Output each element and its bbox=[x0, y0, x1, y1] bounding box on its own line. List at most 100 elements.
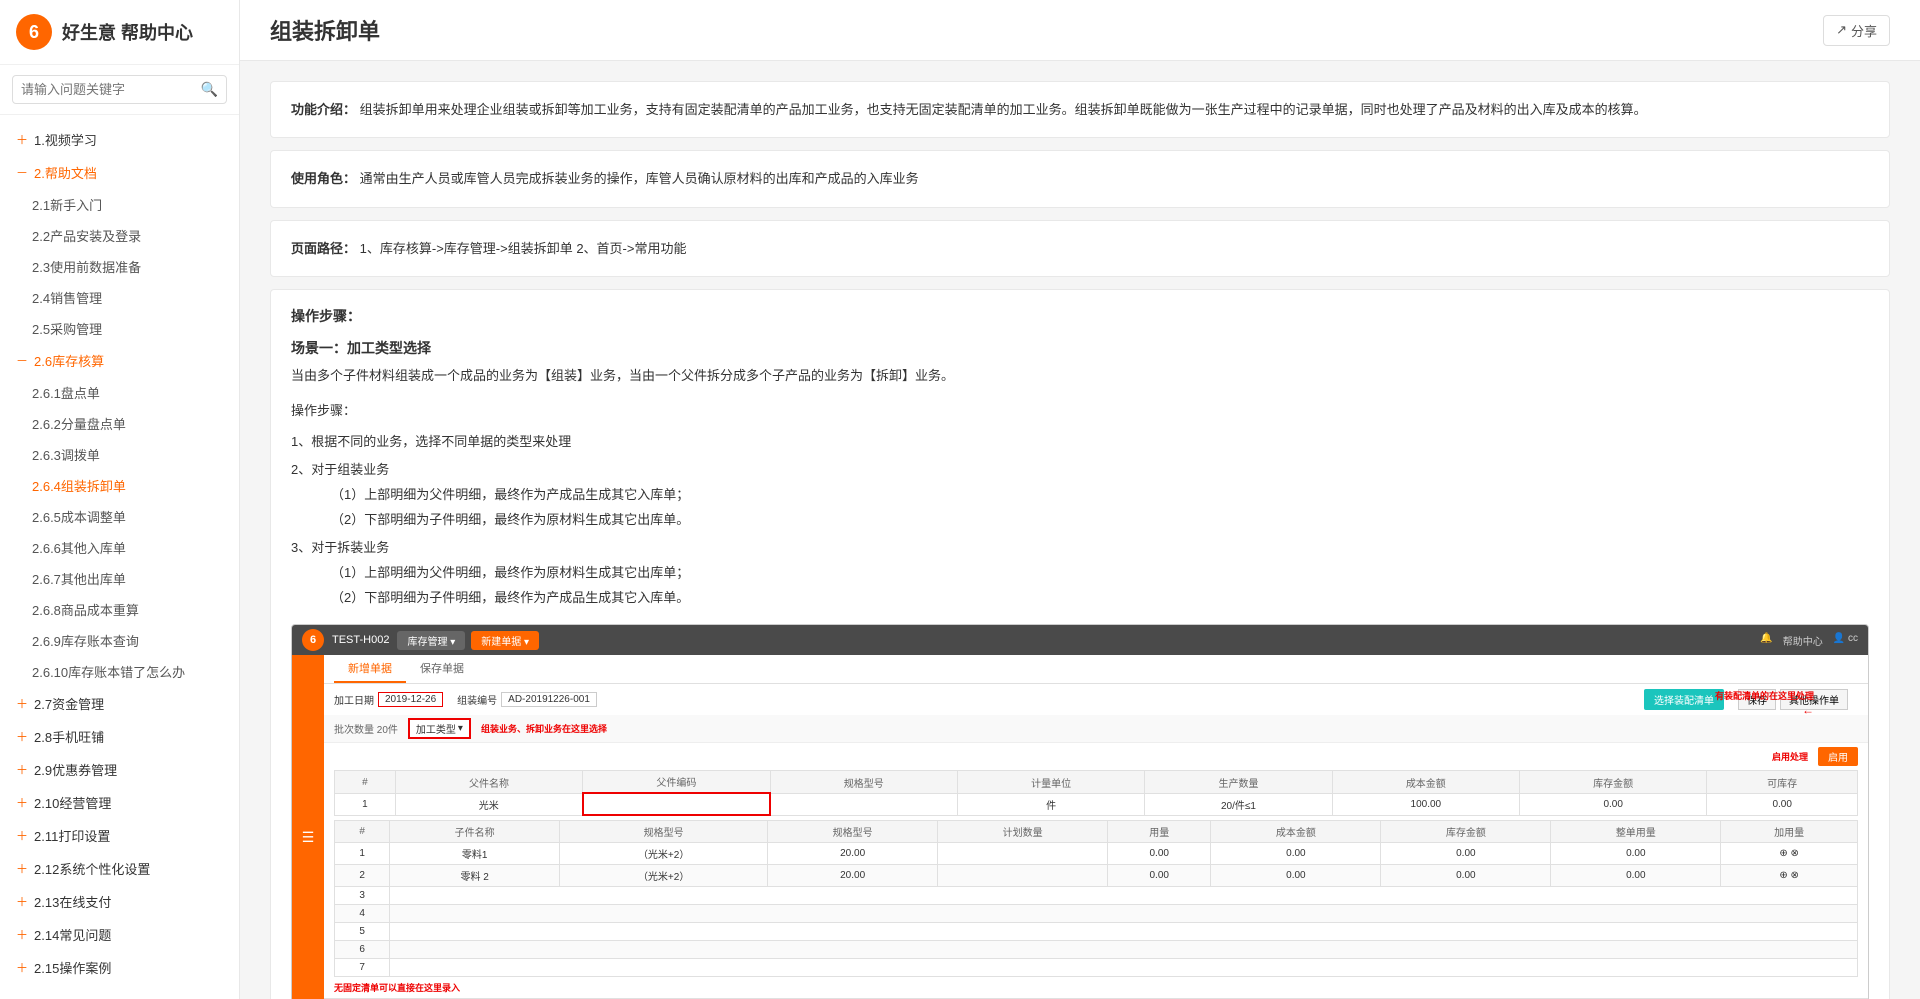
tab-new[interactable]: 新增单据 bbox=[334, 655, 406, 683]
col-spec: 规格型号 bbox=[770, 771, 957, 794]
sidebar-item-215[interactable]: ＋ 2.15操作案例 bbox=[0, 951, 239, 984]
app-icon-bell: 🔔 bbox=[1760, 633, 1772, 648]
sidebar-item-27[interactable]: ＋ 2.7资金管理 bbox=[0, 687, 239, 720]
search-icon[interactable]: 🔍 bbox=[201, 81, 218, 98]
bcell-s1: （光米+2） bbox=[560, 865, 768, 887]
cell-name: 光米 bbox=[395, 793, 582, 815]
bcell-empty bbox=[390, 887, 1858, 905]
sidebar-item-data[interactable]: 2.3使用前数据准备 bbox=[0, 251, 239, 282]
scenario1-heading: 场景一：加工类型选择 bbox=[291, 338, 1869, 358]
enable-btn[interactable]: 启用 bbox=[1818, 747, 1858, 766]
minus-icon-stock: － bbox=[16, 352, 28, 369]
sidebar-item-268[interactable]: 2.6.8商品成本重算 bbox=[0, 594, 239, 625]
sidebar-item-docs[interactable]: － 2.帮助文档 bbox=[0, 156, 239, 189]
col-unit: 计量单位 bbox=[957, 771, 1144, 794]
sidebar-item-261[interactable]: 2.6.1盘点单 bbox=[0, 377, 239, 408]
sidebar-item-214[interactable]: ＋ 2.14常见问题 bbox=[0, 918, 239, 951]
arrow-right: ← bbox=[1802, 703, 1814, 717]
tab-edit[interactable]: 保存单据 bbox=[406, 655, 478, 683]
sidebar-item-stock[interactable]: － 2.6库存核算 bbox=[0, 344, 239, 377]
steps-area: 操作步骤： 场景一：加工类型选择 当由多个子件材料组装成一个成品的业务为【组装】… bbox=[270, 289, 1890, 999]
sidebar-item-211[interactable]: ＋ 2.11打印设置 bbox=[0, 819, 239, 852]
sidebar-item-label: 2.6库存核算 bbox=[34, 351, 104, 370]
sidebar-item-267[interactable]: 2.6.7其他出库单 bbox=[0, 563, 239, 594]
sidebar-item-212[interactable]: ＋ 2.12系统个性化设置 bbox=[0, 852, 239, 885]
sidebar-item-newbie[interactable]: 2.1新手入门 bbox=[0, 189, 239, 220]
app-logo-text: 好生意 帮助中心 bbox=[62, 19, 193, 45]
cell-spec bbox=[770, 793, 957, 815]
nav-list: ＋ 1.视频学习 － 2.帮助文档 2.1新手入门 2.2产品安装及登录 2.3… bbox=[0, 115, 239, 999]
share-label: 分享 bbox=[1851, 21, 1877, 40]
sidebar-item-269[interactable]: 2.6.9库存账本查询 bbox=[0, 625, 239, 656]
bcol-total: 整单用量 bbox=[1551, 821, 1721, 843]
bcell-extra: ⊕ ⊗ bbox=[1721, 843, 1858, 865]
sidebar-item-210[interactable]: ＋ 2.10经营管理 bbox=[0, 786, 239, 819]
step3-2: （2）下部明细为子件明细，最终作为产成品生成其它入库单。 bbox=[331, 586, 1869, 611]
sidebar-item-266[interactable]: 2.6.6其他入库单 bbox=[0, 532, 239, 563]
sidebar-item-install[interactable]: 2.2产品安装及登录 bbox=[0, 220, 239, 251]
bcell-s1: （光米+2） bbox=[560, 843, 768, 865]
cell-code[interactable] bbox=[583, 793, 770, 815]
sidebar-item-label: 2.10经营管理 bbox=[34, 793, 111, 812]
step2: 2、对于组装业务 bbox=[291, 458, 1869, 483]
share-button[interactable]: ↗ 分享 bbox=[1823, 15, 1890, 46]
sidebar-item-video[interactable]: ＋ 1.视频学习 bbox=[0, 123, 239, 156]
bcell-num: 7 bbox=[335, 959, 390, 977]
sidebar-item-label: 2.12系统个性化设置 bbox=[34, 859, 150, 878]
sidebar-item-262[interactable]: 2.6.2分量盘点单 bbox=[0, 408, 239, 439]
sidebar-item-label: 2.11打印设置 bbox=[34, 826, 110, 845]
sidebar-item-2610[interactable]: 2.6.10库存账本错了怎么办 bbox=[0, 656, 239, 687]
plus-icon-215: ＋ bbox=[16, 959, 28, 976]
bcell-num: 5 bbox=[335, 923, 390, 941]
bcell-empty bbox=[390, 959, 1858, 977]
bcell-num: 2 bbox=[335, 865, 390, 887]
bcol-usage: 用量 bbox=[1108, 821, 1211, 843]
path-text: 1、库存核算->库存管理->组装拆卸单 2、首页->常用功能 bbox=[360, 241, 687, 256]
sidebar-item-label: 2.15操作案例 bbox=[34, 958, 111, 977]
app-new-doc-btn[interactable]: 新建单据 ▾ bbox=[471, 631, 539, 650]
app-nav-icon[interactable]: ☰ bbox=[292, 655, 324, 999]
col-parent-name: 父件名称 bbox=[395, 771, 582, 794]
bcell-empty bbox=[390, 941, 1858, 959]
bcell-s2: 20.00 bbox=[768, 843, 938, 865]
sidebar-item-sales[interactable]: 2.4销售管理 bbox=[0, 282, 239, 313]
bottom-table-area: # 子件名称 规格型号 规格型号 计划数量 用量 成本金额 库存金额 bbox=[324, 820, 1868, 979]
search-area: 🔍 bbox=[0, 65, 239, 115]
sidebar-item-264[interactable]: 2.6.4组装拆卸单 bbox=[0, 470, 239, 501]
main-header: 组装拆卸单 ↗ 分享 bbox=[240, 0, 1920, 61]
step2-1: （1）上部明细为父件明细，最终作为产成品生成其它入库单； bbox=[331, 483, 1869, 508]
qty-label: 批次数量 20件 bbox=[334, 721, 398, 736]
table-row: 3 bbox=[335, 887, 1858, 905]
bcell-stock: 0.00 bbox=[1381, 843, 1551, 865]
order-label: 组装编号 bbox=[457, 692, 497, 707]
col-stock-amt: 库存金额 bbox=[1520, 771, 1707, 794]
bcell-num: 4 bbox=[335, 905, 390, 923]
annotation2: 组装业务、拆卸业务在这里选择 bbox=[481, 722, 607, 735]
page-title: 组装拆卸单 bbox=[270, 14, 380, 46]
sidebar-item-265[interactable]: 2.6.5成本调整单 bbox=[0, 501, 239, 532]
sidebar-item-label: 1.视频学习 bbox=[34, 130, 97, 149]
top-table: # 父件名称 父件编码 规格型号 计量单位 生产数量 成本金额 库存金额 bbox=[334, 770, 1858, 816]
bcell-extra: ⊕ ⊗ bbox=[1721, 865, 1858, 887]
sidebar-item-263[interactable]: 2.6.3调拨单 bbox=[0, 439, 239, 470]
cell-stock: 0.00 bbox=[1520, 793, 1707, 815]
sidebar-item-label: 2.13在线支付 bbox=[34, 892, 111, 911]
table-row: 6 bbox=[335, 941, 1858, 959]
sidebar-item-213[interactable]: ＋ 2.13在线支付 bbox=[0, 885, 239, 918]
sidebar-item-28[interactable]: ＋ 2.8手机旺铺 bbox=[0, 720, 239, 753]
cell-num: 1 bbox=[335, 793, 396, 815]
plus-icon-210: ＋ bbox=[16, 794, 28, 811]
teal-select-btn[interactable]: 选择装配清单 bbox=[1644, 689, 1724, 710]
order-value[interactable]: AD-20191226-001 bbox=[501, 692, 597, 707]
app-tab-area: 新增单据 保存单据 加工日期 2019-12-26 组装编号 bbox=[324, 655, 1868, 999]
scenario1-desc: 当由多个子件材料组装成一个成品的业务为【组装】业务，当由一个父件拆分成多个子产品… bbox=[291, 364, 1869, 389]
bottom-table: # 子件名称 规格型号 规格型号 计划数量 用量 成本金额 库存金额 bbox=[334, 820, 1858, 977]
date-value[interactable]: 2019-12-26 bbox=[378, 692, 443, 707]
sidebar-item-29[interactable]: ＋ 2.9优惠券管理 bbox=[0, 753, 239, 786]
type-dropdown[interactable]: 加工类型 ▾ bbox=[408, 718, 471, 739]
app-dropdown[interactable]: 库存管理 ▾ bbox=[397, 631, 465, 650]
search-input[interactable] bbox=[21, 82, 201, 97]
annotation3: 启用处理 bbox=[1772, 750, 1808, 763]
sidebar-item-label: 2.7资金管理 bbox=[34, 694, 104, 713]
sidebar-item-purchase[interactable]: 2.5采购管理 bbox=[0, 313, 239, 344]
